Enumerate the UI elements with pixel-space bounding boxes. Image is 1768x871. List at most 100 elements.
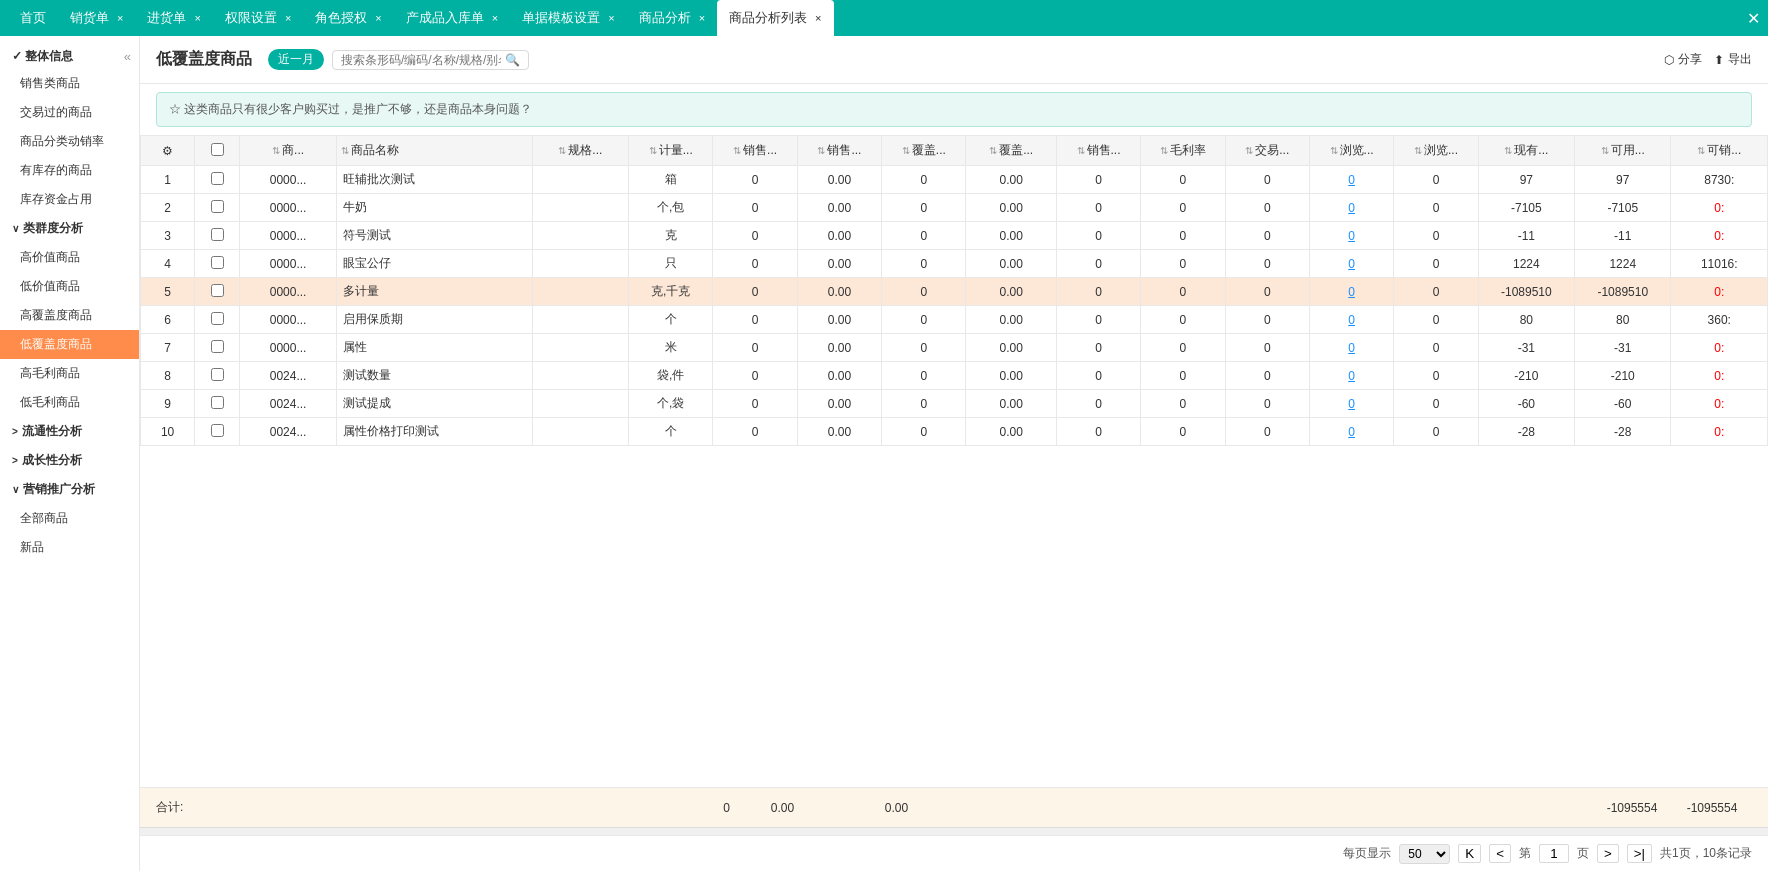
th-stock2[interactable]: ⇅可用... <box>1575 136 1671 166</box>
cell-browse1[interactable]: 0 <box>1309 418 1393 446</box>
settings-icon[interactable]: ⚙ <box>162 144 173 158</box>
cell-check[interactable] <box>195 390 240 418</box>
sidebar-section-liquidity[interactable]: >流通性分析 <box>0 417 139 446</box>
tab-analysis-list[interactable]: 商品分析列表 × <box>717 0 833 36</box>
period-button[interactable]: 近一月 <box>268 49 324 70</box>
browse1-link[interactable]: 0 <box>1348 341 1355 355</box>
browse1-link[interactable]: 0 <box>1348 173 1355 187</box>
row-checkbox[interactable] <box>211 396 224 409</box>
share-button[interactable]: ⬡ 分享 <box>1664 51 1702 68</box>
sidebar-section-group[interactable]: ∨类群度分析 <box>0 214 139 243</box>
tab-role-auth[interactable]: 角色授权 × <box>303 0 393 36</box>
th-sale-qty[interactable]: ⇅销售... <box>1056 136 1140 166</box>
row-checkbox[interactable] <box>211 256 224 269</box>
tab-home[interactable]: 首页 <box>8 0 58 36</box>
row-checkbox[interactable] <box>211 228 224 241</box>
th-cov2[interactable]: ⇅覆盖... <box>966 136 1056 166</box>
cell-browse1[interactable]: 0 <box>1309 194 1393 222</box>
per-page-select[interactable]: 50 100 200 <box>1399 844 1450 864</box>
row-checkbox[interactable] <box>211 172 224 185</box>
tab-product-analysis[interactable]: 商品分析 × <box>627 0 717 36</box>
browse1-link[interactable]: 0 <box>1348 369 1355 383</box>
sidebar-item-low-coverage[interactable]: 低覆盖度商品 <box>0 330 139 359</box>
browse1-link[interactable]: 0 <box>1348 397 1355 411</box>
close-analysis-list-icon[interactable]: × <box>815 12 821 24</box>
table-wrapper[interactable]: ⚙ ⇅商... ⇅商品名称 ⇅规格... ⇅计量... ⇅销售... ⇅销售..… <box>140 135 1768 787</box>
cell-check[interactable] <box>195 334 240 362</box>
row-checkbox[interactable] <box>211 200 224 213</box>
th-stock1[interactable]: ⇅现有... <box>1478 136 1574 166</box>
close-template-icon[interactable]: × <box>608 12 614 24</box>
sidebar-item-traded-products[interactable]: 交易过的商品 <box>0 98 139 127</box>
close-purchase-icon[interactable]: × <box>194 12 200 24</box>
cell-browse1[interactable]: 0 <box>1309 250 1393 278</box>
sidebar-item-high-value[interactable]: 高价值商品 <box>0 243 139 272</box>
close-all-button[interactable]: ✕ <box>1747 9 1760 28</box>
cell-check[interactable] <box>195 194 240 222</box>
row-checkbox[interactable] <box>211 340 224 353</box>
next-page-button[interactable]: > <box>1597 844 1619 863</box>
cell-browse1[interactable]: 0 <box>1309 362 1393 390</box>
tab-product-storage[interactable]: 产成品入库单 × <box>394 0 510 36</box>
sidebar-section-growth[interactable]: >成长性分析 <box>0 446 139 475</box>
browse1-link[interactable]: 0 <box>1348 313 1355 327</box>
browse1-link[interactable]: 0 <box>1348 425 1355 439</box>
th-check[interactable] <box>195 136 240 166</box>
sidebar-item-high-margin[interactable]: 高毛利商品 <box>0 359 139 388</box>
cell-check[interactable] <box>195 278 240 306</box>
cell-browse1[interactable]: 0 <box>1309 306 1393 334</box>
th-cov1[interactable]: ⇅覆盖... <box>882 136 966 166</box>
cell-browse1[interactable]: 0 <box>1309 278 1393 306</box>
cell-check[interactable] <box>195 250 240 278</box>
th-margin[interactable]: ⇅毛利率 <box>1141 136 1225 166</box>
th-browse1[interactable]: ⇅浏览... <box>1309 136 1393 166</box>
th-unit[interactable]: ⇅计量... <box>629 136 713 166</box>
cell-browse1[interactable]: 0 <box>1309 222 1393 250</box>
cell-browse1[interactable]: 0 <box>1309 334 1393 362</box>
th-spec[interactable]: ⇅规格... <box>532 136 628 166</box>
tab-purchase[interactable]: 进货单 × <box>135 0 212 36</box>
close-role-auth-icon[interactable]: × <box>375 12 381 24</box>
th-name[interactable]: ⇅商品名称 <box>336 136 532 166</box>
cell-check[interactable] <box>195 306 240 334</box>
sidebar-item-low-value[interactable]: 低价值商品 <box>0 272 139 301</box>
cell-browse1[interactable]: 0 <box>1309 390 1393 418</box>
browse1-link[interactable]: 0 <box>1348 257 1355 271</box>
browse1-link[interactable]: 0 <box>1348 201 1355 215</box>
sidebar-item-stock-capital[interactable]: 库存资金占用 <box>0 185 139 214</box>
sidebar-item-all-products[interactable]: 全部商品 <box>0 504 139 533</box>
sidebar-item-low-margin[interactable]: 低毛利商品 <box>0 388 139 417</box>
th-sale2[interactable]: ⇅可销... <box>1671 136 1768 166</box>
last-page-button[interactable]: >| <box>1627 844 1652 863</box>
close-sales-icon[interactable]: × <box>117 12 123 24</box>
th-sales-amt[interactable]: ⇅销售... <box>797 136 881 166</box>
close-product-storage-icon[interactable]: × <box>492 12 498 24</box>
sidebar-section-marketing[interactable]: ∨营销推广分析 <box>0 475 139 504</box>
row-checkbox[interactable] <box>211 284 224 297</box>
row-checkbox[interactable] <box>211 368 224 381</box>
th-sales-cnt[interactable]: ⇅销售... <box>713 136 797 166</box>
tab-sales[interactable]: 销货单 × <box>58 0 135 36</box>
sidebar-collapse-button[interactable]: « <box>124 49 131 64</box>
sidebar-item-high-coverage[interactable]: 高覆盖度商品 <box>0 301 139 330</box>
prev-page-button[interactable]: < <box>1489 844 1511 863</box>
row-checkbox[interactable] <box>211 424 224 437</box>
browse1-link[interactable]: 0 <box>1348 285 1355 299</box>
close-analysis-icon[interactable]: × <box>699 12 705 24</box>
sidebar-item-category-rate[interactable]: 商品分类动销率 <box>0 127 139 156</box>
tab-permissions[interactable]: 权限设置 × <box>213 0 303 36</box>
select-all-checkbox[interactable] <box>211 143 224 156</box>
th-code[interactable]: ⇅商... <box>240 136 336 166</box>
first-page-button[interactable]: K <box>1458 844 1481 863</box>
sidebar-item-new-products[interactable]: 新品 <box>0 533 139 562</box>
sidebar-item-stock-products[interactable]: 有库存的商品 <box>0 156 139 185</box>
close-permissions-icon[interactable]: × <box>285 12 291 24</box>
browse1-link[interactable]: 0 <box>1348 229 1355 243</box>
cell-browse1[interactable]: 0 <box>1309 166 1393 194</box>
row-checkbox[interactable] <box>211 312 224 325</box>
tab-template-settings[interactable]: 单据模板设置 × <box>510 0 626 36</box>
horizontal-scrollbar[interactable] <box>140 827 1768 835</box>
cell-check[interactable] <box>195 418 240 446</box>
page-input[interactable] <box>1539 844 1569 863</box>
cell-check[interactable] <box>195 222 240 250</box>
